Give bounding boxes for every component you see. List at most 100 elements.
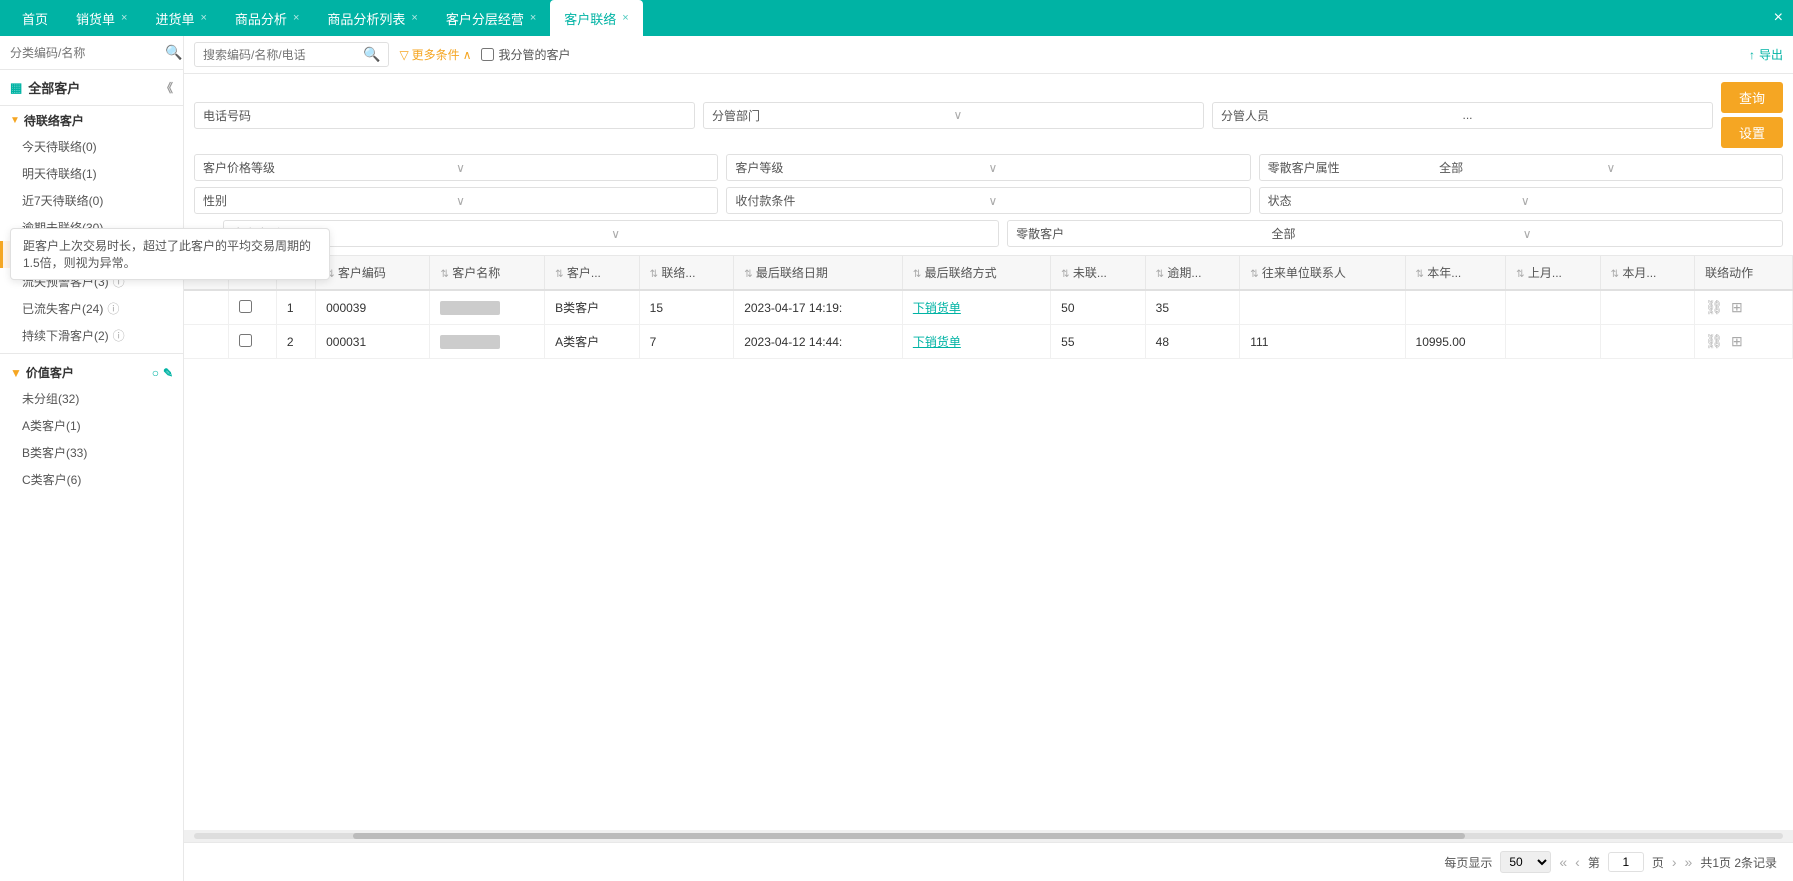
next-page-btn[interactable]: › <box>1672 854 1677 870</box>
window-close-button[interactable]: × <box>1774 9 1783 27</box>
sort-icon: ⇅ <box>1416 269 1424 280</box>
row2-this-year: 10995.00 <box>1405 325 1506 359</box>
person-filter[interactable]: 分管人员 ... <box>1212 102 1713 129</box>
nav-item-customer-stratification[interactable]: 客户分层经营 × <box>432 0 550 36</box>
row2-link-icon[interactable]: ⛓ <box>1705 333 1723 350</box>
row1-select-checkbox[interactable] <box>239 300 252 313</box>
close-icon[interactable]: × <box>200 12 206 24</box>
my-customers-checkbox[interactable] <box>481 48 494 61</box>
sidebar-all-customers[interactable]: ▦ 全部客户 《 <box>0 70 183 106</box>
col-last-month[interactable]: ⇅ 上月... <box>1506 256 1601 290</box>
sidebar-search-input[interactable] <box>10 46 165 60</box>
row1-this-year <box>1405 290 1506 325</box>
close-icon[interactable]: × <box>121 12 127 24</box>
sidebar-value-edit-icon[interactable]: ✎ <box>163 366 173 380</box>
nav-item-purchase[interactable]: 进货单 × <box>141 0 220 36</box>
pay-cond-filter[interactable]: 收付款条件 ∨ <box>726 187 1250 214</box>
phone-filter[interactable]: 电话号码 <box>194 102 695 129</box>
col-overdue[interactable]: ⇅ 逾期... <box>1145 256 1240 290</box>
row2-settings <box>184 325 228 359</box>
extended-filters: 电话号码 分管部门 ∨ 分管人员 ... 查询 设置 客户价格等级 <box>184 74 1793 256</box>
table-row: 2 000031 A类客户 7 2023-04-12 14:44: 下销货单 5… <box>184 325 1793 359</box>
sidebar-item-a-class[interactable]: A类客户(1) <box>0 412 183 439</box>
sidebar-item-continuous-down[interactable]: 持续下滑客户(2) ⓘ <box>0 322 183 349</box>
export-button[interactable]: ↑ 导出 <box>1749 46 1783 63</box>
col-name[interactable]: ⇅ 客户名称 <box>430 256 545 290</box>
close-icon[interactable]: × <box>411 12 417 24</box>
sidebar-item-tomorrow[interactable]: 明天待联络(1) <box>0 160 183 187</box>
chevron-up-icon: ∧ <box>463 48 472 62</box>
nav-item-customer-contact[interactable]: 客户联络 × <box>550 0 642 36</box>
first-page-btn[interactable]: « <box>1559 854 1567 870</box>
row2-unprocessed: 55 <box>1051 325 1146 359</box>
col-this-year[interactable]: ⇅ 本年... <box>1405 256 1506 290</box>
prev-page-btn[interactable]: ‹ <box>1575 854 1580 870</box>
close-icon[interactable]: × <box>622 12 628 24</box>
person-dots-btn[interactable]: ... <box>1459 108 1705 122</box>
row2-last-contact-method[interactable]: 下销货单 <box>902 325 1050 359</box>
current-page-input[interactable] <box>1608 852 1644 872</box>
sidebar-section-pending[interactable]: ▼ 待联络客户 <box>0 106 183 133</box>
status-filter[interactable]: 状态 ∨ <box>1259 187 1783 214</box>
per-page-select[interactable]: 50 100 200 <box>1500 851 1551 873</box>
col-last-contact-method[interactable]: ⇅ 最后联络方式 <box>902 256 1050 290</box>
customer-type-filter[interactable]: 客户类型 ∨ <box>223 220 999 247</box>
col-code[interactable]: ⇅ 客户编码 <box>316 256 430 290</box>
pay-cond-chevron: ∨ <box>989 194 1242 208</box>
row1-last-contact-method[interactable]: 下销货单 <box>902 290 1050 325</box>
dept-filter[interactable]: 分管部门 ∨ <box>703 102 1204 129</box>
last-page-btn[interactable]: » <box>1685 854 1693 870</box>
table-row: 1 000039 B类客户 15 2023-04-17 14:19: 下销货单 … <box>184 290 1793 325</box>
col-unprocessed[interactable]: ⇅ 未联... <box>1051 256 1146 290</box>
price-grade-chevron: ∨ <box>456 161 709 175</box>
row2-select-checkbox[interactable] <box>239 334 252 347</box>
horizontal-scrollbar[interactable] <box>184 830 1793 842</box>
close-icon[interactable]: × <box>293 12 299 24</box>
nav-item-home[interactable]: 首页 <box>8 0 62 36</box>
price-grade-filter[interactable]: 客户价格等级 ∨ <box>194 154 718 181</box>
row1-grid-icon[interactable]: ⊞ <box>1731 299 1743 316</box>
nav-item-product-analysis-list[interactable]: 商品分析列表 × <box>313 0 431 36</box>
sidebar-item-7days[interactable]: 近7天待联络(0) <box>0 187 183 214</box>
col-contact[interactable]: ⇅ 联络... <box>639 256 734 290</box>
row1-link-icon[interactable]: ⛓ <box>1705 299 1723 316</box>
more-conditions-btn[interactable]: ▽ 更多条件 ∧ <box>399 46 471 63</box>
filter-search-input[interactable] <box>203 48 363 62</box>
pagination-bar: 每页显示 50 100 200 « ‹ 第 页 › » 共1页 2条记录 <box>184 842 1793 881</box>
close-icon[interactable]: × <box>530 12 536 24</box>
sidebar-search-icon[interactable]: 🔍 <box>165 44 182 61</box>
retail-attr-chevron: ∨ <box>1607 161 1774 175</box>
row1-name <box>430 290 545 325</box>
filter-search-icon[interactable]: 🔍 <box>363 46 380 63</box>
collapse-icon[interactable]: 《 <box>161 79 173 96</box>
scrollbar-thumb[interactable] <box>353 833 1465 839</box>
per-page-label: 每页显示 <box>1444 854 1492 871</box>
export-icon: ↑ <box>1749 48 1755 62</box>
row2-grid-icon[interactable]: ⊞ <box>1731 333 1743 350</box>
sidebar-item-already-lost[interactable]: 已流失客户(24) ⓘ <box>0 295 183 322</box>
sidebar-item-today[interactable]: 今天待联络(0) <box>0 133 183 160</box>
col-last-contact-date[interactable]: ⇅ 最后联络日期 <box>734 256 903 290</box>
retail-attr-filter[interactable]: 零散客户属性 全部 ∨ <box>1259 154 1783 181</box>
retail-customer-filter[interactable]: 零散客户 全部 ∨ <box>1007 220 1783 247</box>
sidebar-item-c-class[interactable]: C类客户(6) <box>0 466 183 493</box>
sidebar-item-b-class[interactable]: B类客户(33) <box>0 439 183 466</box>
setting-button[interactable]: 设置 <box>1721 117 1783 148</box>
nav-item-product-analysis[interactable]: 商品分析 × <box>221 0 313 36</box>
sort-icon: ⇅ <box>1156 269 1164 280</box>
gender-chevron: ∨ <box>456 194 709 208</box>
row1-checkbox <box>228 290 276 325</box>
col-type[interactable]: ⇅ 客户... <box>545 256 640 290</box>
nav-item-sales[interactable]: 销货单 × <box>62 0 141 36</box>
sidebar-item-ungroup[interactable]: 未分组(32) <box>0 385 183 412</box>
col-this-month[interactable]: ⇅ 本月... <box>1600 256 1695 290</box>
gender-filter[interactable]: 性别 ∨ <box>194 187 718 214</box>
tooltip-box: 距客户上次交易时长，超过了此客户的平均交易周期的1.5倍，则视为异常。 <box>10 228 184 280</box>
total-info: 共1页 2条记录 <box>1700 854 1777 871</box>
query-button[interactable]: 查询 <box>1721 82 1783 113</box>
col-company-contacts[interactable]: ⇅ 往来单位联系人 <box>1240 256 1405 290</box>
row1-index: 1 <box>276 290 315 325</box>
customer-grade-filter[interactable]: 客户等级 ∨ <box>726 154 1250 181</box>
sidebar-value-circle-icon[interactable]: ○ <box>152 366 159 380</box>
row2-name <box>430 325 545 359</box>
